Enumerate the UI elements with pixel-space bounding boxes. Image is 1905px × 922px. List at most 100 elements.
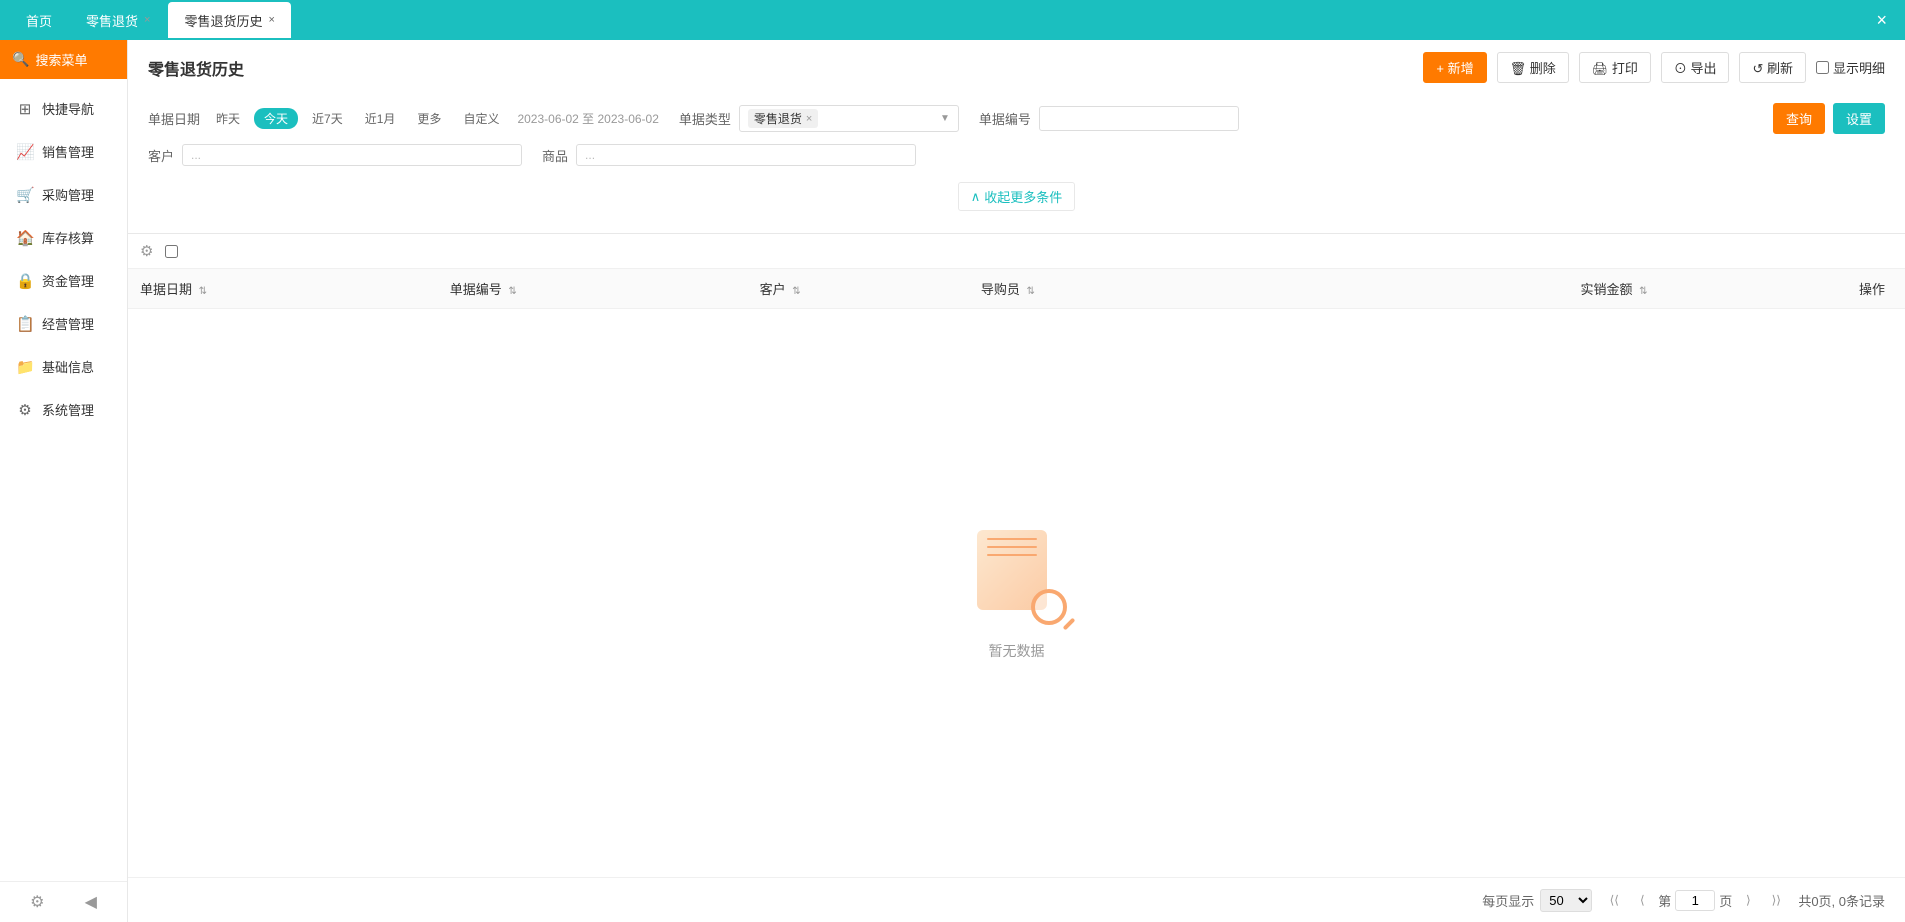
topbar-right: ×: [1868, 6, 1895, 35]
collapse-arrow-icon: ∧: [971, 189, 981, 205]
sort-amount-icon: ⇅: [1639, 286, 1647, 297]
pagination-bar: 每页显示 20 50 100 ⟨⟨ ⟨ 第 1 页 ⟩: [128, 877, 1905, 922]
sidebar-item-quick-nav[interactable]: ⊞ 快捷导航: [0, 87, 127, 130]
doc-type-label: 单据类型: [679, 109, 731, 128]
sidebar-nav: ⊞ 快捷导航 📈 销售管理 🛒 采购管理 🏠 库存核算 🔒 资金管理: [0, 79, 127, 881]
page-next-btn[interactable]: ⟩: [1736, 888, 1760, 912]
refresh-button[interactable]: ↺ 刷新: [1739, 52, 1806, 83]
tab-retail-return-history[interactable]: 零售退货历史 ×: [168, 2, 290, 38]
filter-row-1: 单据日期 昨天 今天 近7天 近1月 更多 自定义 2023-06-02 至 2…: [148, 103, 1885, 134]
sidebar-item-operations[interactable]: 📋 经营管理: [0, 302, 127, 345]
doc-type-select[interactable]: 零售退货 × ▼: [739, 105, 959, 132]
customer-label: 客户: [148, 146, 174, 165]
sidebar-item-sales-mgmt[interactable]: 📈 销售管理: [0, 130, 127, 173]
page-number-input[interactable]: 1: [1675, 890, 1715, 911]
tab-retail-return-history-label: 零售退货历史: [184, 11, 262, 30]
col-amount[interactable]: 实销金额 ⇅: [1234, 269, 1707, 309]
col-guide[interactable]: 导购员 ⇅: [969, 269, 1235, 309]
window-close-button[interactable]: ×: [1868, 6, 1895, 35]
sort-customer-icon: ⇅: [792, 286, 800, 297]
sales-mgmt-icon: 📈: [16, 143, 34, 161]
tab-retail-return[interactable]: 零售退货 ×: [70, 2, 166, 38]
sidebar-item-label: 系统管理: [42, 400, 94, 419]
tab-retail-return-label: 零售退货: [86, 11, 138, 30]
col-guide-label: 导购员: [981, 282, 1020, 297]
date-today-btn[interactable]: 今天: [254, 108, 298, 129]
empty-illustration: [967, 525, 1067, 625]
page-size-dropdown[interactable]: 20 50 100: [1540, 889, 1592, 912]
search-icon: 🔍: [12, 51, 29, 68]
goods-placeholder: ...: [585, 148, 595, 162]
date-custom-btn[interactable]: 自定义: [455, 108, 507, 129]
date-yesterday-btn[interactable]: 昨天: [208, 108, 248, 129]
col-customer-label: 客户: [760, 282, 786, 297]
page-last-btn[interactable]: ⟩⟩: [1764, 888, 1788, 912]
empty-magnify-icon: [1031, 589, 1067, 625]
settings-icon[interactable]: ⚙: [30, 892, 44, 912]
date-filter: 昨天 今天 近7天 近1月 更多 自定义 2023-06-02 至 2023-0…: [208, 108, 659, 129]
date-filter-item: 单据日期 昨天 今天 近7天 近1月 更多 自定义 2023-06-02 至 2…: [148, 108, 659, 129]
date-more-btn[interactable]: 更多: [409, 108, 449, 129]
col-actions: 操作: [1708, 269, 1905, 309]
col-actions-label: 操作: [1859, 282, 1885, 297]
sidebar-item-basic-info[interactable]: 📁 基础信息: [0, 345, 127, 388]
collapse-sidebar-icon[interactable]: ◀: [85, 892, 97, 912]
col-customer[interactable]: 客户 ⇅: [748, 269, 969, 309]
goods-label: 商品: [542, 146, 568, 165]
show-detail-label: 显示明细: [1833, 58, 1885, 77]
empty-text: 暂无数据: [989, 641, 1045, 661]
tab-retail-return-close[interactable]: ×: [144, 14, 150, 26]
operations-icon: 📋: [16, 315, 34, 333]
col-date[interactable]: 单据日期 ⇅: [128, 269, 438, 309]
add-button[interactable]: + 新增: [1423, 52, 1486, 83]
tab-home[interactable]: 首页: [10, 2, 68, 38]
col-doc-no[interactable]: 单据编号 ⇅: [438, 269, 748, 309]
tab-retail-return-history-close[interactable]: ×: [268, 14, 274, 26]
sidebar-item-label: 经营管理: [42, 314, 94, 333]
export-button[interactable]: ⊙ 导出: [1661, 52, 1730, 83]
sidebar-search[interactable]: 🔍 搜索菜单: [0, 40, 127, 79]
doc-type-arrow-icon: ▼: [940, 113, 950, 124]
tab-home-label: 首页: [26, 11, 52, 30]
header-actions: + 新增 🗑 删除 🖨 打印 ⊙ 导出 ↺ 刷新 显示明细: [1423, 52, 1885, 83]
page-size-label: 每页显示: [1482, 891, 1534, 910]
total-info: 共0页, 0条记录: [1798, 891, 1885, 910]
page-prev-btn[interactable]: ⟨: [1630, 888, 1654, 912]
sidebar-item-system-mgmt[interactable]: ⚙ 系统管理: [0, 388, 127, 431]
query-button[interactable]: 查询: [1773, 103, 1825, 134]
doc-type-tag: 零售退货 ×: [748, 109, 818, 128]
doc-type-tag-remove[interactable]: ×: [806, 113, 812, 125]
sidebar-search-label: 搜索菜单: [35, 50, 87, 69]
print-button[interactable]: 🖨 打印: [1579, 52, 1651, 83]
page-nav: ⟨⟨ ⟨ 第 1 页 ⟩ ⟩⟩: [1602, 888, 1788, 912]
show-detail-checkbox[interactable]: [1816, 61, 1829, 74]
sort-guide-icon: ⇅: [1027, 286, 1035, 297]
delete-button[interactable]: 🗑 删除: [1497, 52, 1569, 83]
sidebar-item-label: 采购管理: [42, 185, 94, 204]
doc-no-input[interactable]: [1039, 106, 1239, 131]
table-wrapper: ⚙ 单据日期 ⇅ 单据编号 ⇅: [128, 234, 1905, 877]
date-7days-btn[interactable]: 近7天: [304, 108, 351, 129]
basic-info-icon: 📁: [16, 358, 34, 376]
page-size-select: 每页显示 20 50 100: [1482, 889, 1592, 912]
customer-placeholder: ...: [191, 148, 201, 162]
table-settings-icon[interactable]: ⚙: [140, 242, 153, 260]
goods-select[interactable]: ...: [576, 144, 916, 166]
date-1month-btn[interactable]: 近1月: [357, 108, 404, 129]
sidebar-item-inventory[interactable]: 🏠 库存核算: [0, 216, 127, 259]
collapse-filter-btn[interactable]: ∧ 收起更多条件: [958, 182, 1076, 211]
page-first-btn[interactable]: ⟨⟨: [1602, 888, 1626, 912]
goods-filter-item: 商品 ...: [542, 144, 916, 166]
customer-select[interactable]: ...: [182, 144, 522, 166]
sidebar-item-purchase-mgmt[interactable]: 🛒 采购管理: [0, 173, 127, 216]
settings-button[interactable]: 设置: [1833, 103, 1885, 134]
show-detail-checkbox-label[interactable]: 显示明细: [1816, 58, 1885, 77]
doc-no-filter-item: 单据编号: [979, 106, 1239, 131]
sidebar-item-finance[interactable]: 🔒 资金管理: [0, 259, 127, 302]
sort-doc-no-icon: ⇅: [508, 286, 516, 297]
select-all-checkbox[interactable]: [165, 245, 178, 258]
filter-area: 单据日期 昨天 今天 近7天 近1月 更多 自定义 2023-06-02 至 2…: [148, 93, 1885, 233]
empty-state: 暂无数据: [128, 309, 1905, 877]
page-header: 零售退货历史 + 新增 🗑 删除 🖨 打印 ⊙ 导出 ↺ 刷新 显示明细: [128, 40, 1905, 234]
filter-row-2: 客户 ... 商品 ...: [148, 144, 1885, 166]
